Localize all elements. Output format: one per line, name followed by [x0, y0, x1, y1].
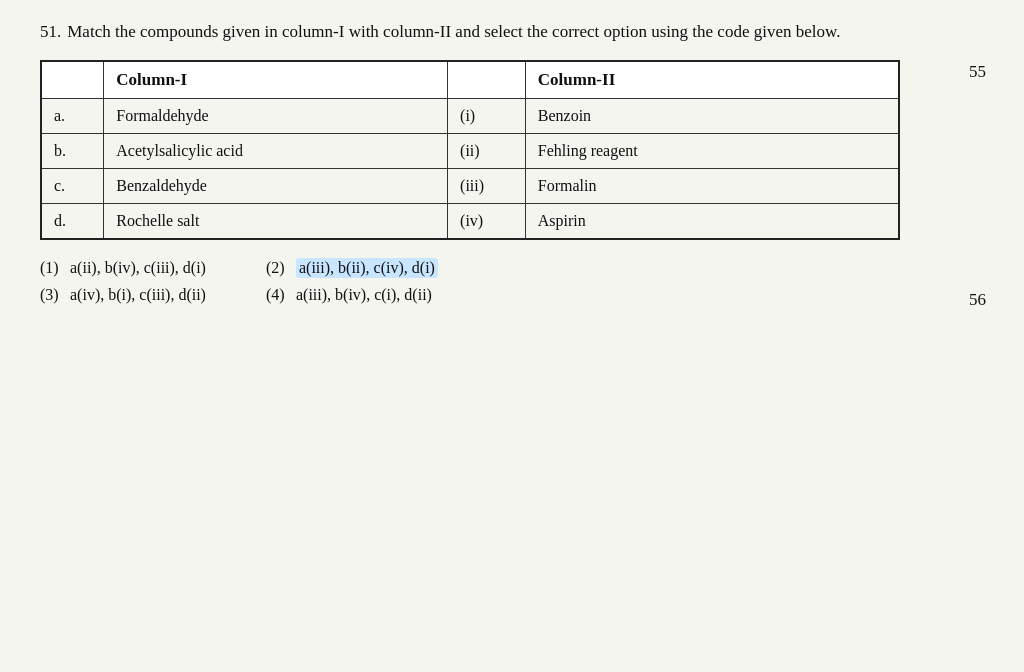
table-row: b. Acetylsalicylic acid (ii) Fehling rea…: [41, 134, 899, 169]
row-col2: Formalin: [525, 169, 899, 204]
row-num: (iv): [448, 204, 526, 240]
column-i-header: Column-I: [104, 61, 448, 99]
row-col1: Formaldehyde: [104, 99, 448, 134]
options-block: (1) a(ii), b(iv), c(iii), d(i) (2) a(iii), …: [40, 258, 980, 304]
option-item[interactable]: (2) a(iii), b(ii), c(iv), d(i): [266, 258, 438, 278]
option-text: a(iii), b(iv), c(i), d(ii): [296, 286, 432, 304]
question-text: 51. Match the compounds given in column-I…: [40, 18, 980, 46]
row-letter: a.: [41, 99, 104, 134]
option-item[interactable]: (4) a(iii), b(iv), c(i), d(ii): [266, 286, 432, 304]
matching-table: Column-I Column-II a. Formaldehyde (i) B…: [40, 60, 900, 240]
option-text: a(iii), b(ii), c(iv), d(i): [296, 258, 438, 278]
option-number: (1): [40, 259, 62, 277]
row-num: (ii): [448, 134, 526, 169]
option-text: a(ii), b(iv), c(iii), d(i): [70, 259, 206, 277]
row-col2: Fehling reagent: [525, 134, 899, 169]
row-col2: Benzoin: [525, 99, 899, 134]
row-num: (iii): [448, 169, 526, 204]
column-ii-header: Column-II: [525, 61, 899, 99]
options-row-2: (3) a(iv), b(i), c(iii), d(ii) (4) a(iii), …: [40, 286, 980, 304]
row-letter: d.: [41, 204, 104, 240]
row-col1: Benzaldehyde: [104, 169, 448, 204]
options-row-1: (1) a(ii), b(iv), c(iii), d(i) (2) a(iii), …: [40, 258, 980, 278]
row-letter: b.: [41, 134, 104, 169]
option-number: (2): [266, 259, 288, 277]
option-number: (3): [40, 286, 62, 304]
row-num: (i): [448, 99, 526, 134]
page-container: 55 56 51.Match the compounds given in co…: [0, 0, 1024, 672]
row-letter: c.: [41, 169, 104, 204]
option-item[interactable]: (3) a(iv), b(i), c(iii), d(ii): [40, 286, 206, 304]
row-col1: Acetylsalicylic acid: [104, 134, 448, 169]
header-empty-mid: [448, 61, 526, 99]
question-number: 51.: [40, 22, 61, 41]
question-body: Match the compounds given in column-I wi…: [67, 22, 840, 41]
question-block: 51. Match the compounds given in column-I…: [40, 18, 980, 312]
table-row: c. Benzaldehyde (iii) Formalin: [41, 169, 899, 204]
option-item[interactable]: (1) a(ii), b(iv), c(iii), d(i): [40, 258, 206, 278]
option-text: a(iv), b(i), c(iii), d(ii): [70, 286, 206, 304]
table-row: a. Formaldehyde (i) Benzoin: [41, 99, 899, 134]
option-number: (4): [266, 286, 288, 304]
header-empty-left: [41, 61, 104, 99]
row-col2: Aspirin: [525, 204, 899, 240]
row-col1: Rochelle salt: [104, 204, 448, 240]
table-row: d. Rochelle salt (iv) Aspirin: [41, 204, 899, 240]
